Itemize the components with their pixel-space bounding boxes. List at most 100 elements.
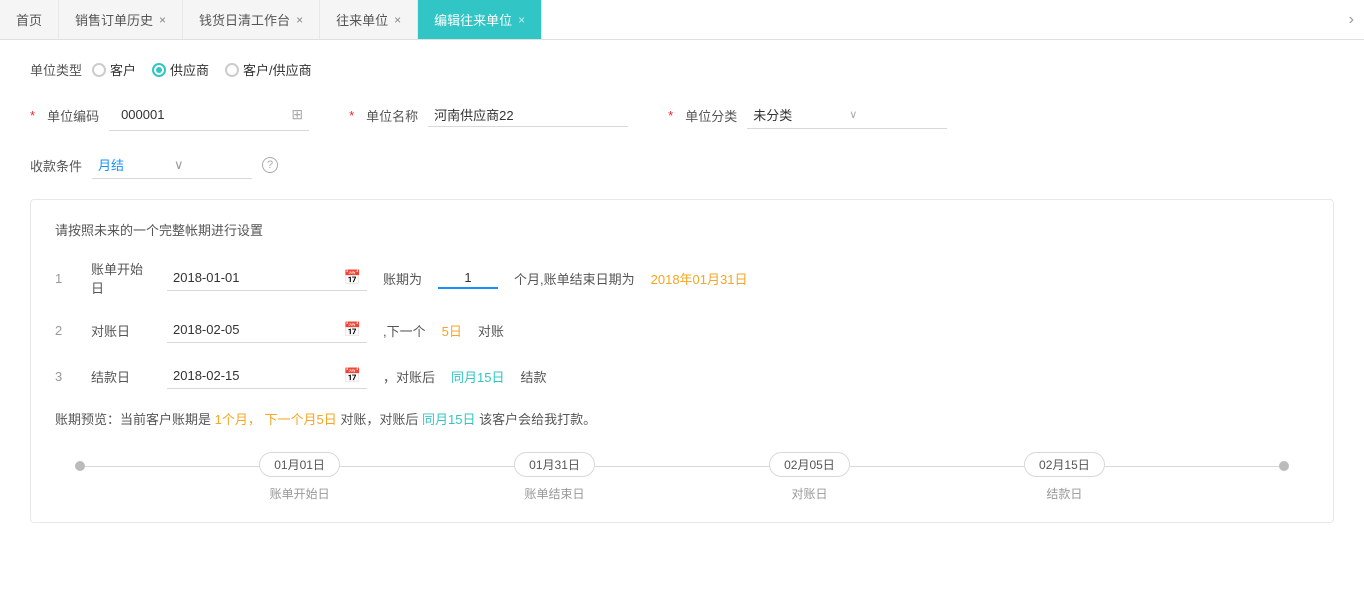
payment-terms-value: 月结 <box>98 155 170 174</box>
unit-category-star: * <box>668 108 673 123</box>
start-date-input-wrapper: 📅 <box>167 265 367 291</box>
tab-partner-unit[interactable]: 往来单位 × <box>320 0 418 39</box>
row-label-1: 账单开始日 <box>91 259 151 297</box>
row-num-1: 1 <box>55 271 75 286</box>
radio-customer[interactable]: 客户 <box>92 60 136 79</box>
timeline-label-0205: 02月05日 <box>769 452 850 477</box>
payment-terms-arrow: ∨ <box>174 157 246 173</box>
unit-code-input[interactable] <box>115 103 291 126</box>
row-label-2: 对账日 <box>91 321 151 340</box>
tab-cashier-workbench-close[interactable]: × <box>296 14 303 26</box>
radio-supplier-label: 供应商 <box>170 60 209 79</box>
start-date-calendar-icon[interactable]: 📅 <box>344 269 361 286</box>
payment-date-calendar-icon[interactable]: 📅 <box>344 367 361 384</box>
timeline-label-0101: 01月01日 <box>259 452 340 477</box>
row-label-3: 结款日 <box>91 367 151 386</box>
tab-home-label: 首页 <box>16 10 42 29</box>
preview-part4: 同月15日 <box>422 412 475 427</box>
preview-part3: 对账，对账后 <box>340 412 418 427</box>
unit-code-label: 单位编码 <box>47 106 99 125</box>
timeline-label-0215: 02月15日 <box>1024 452 1105 477</box>
period-label: 账期为 <box>383 269 422 288</box>
payment-terms-label: 收款条件 <box>30 156 82 175</box>
preview-part2: 下一个月5日 <box>265 412 337 427</box>
preview-label: 账期预览：当前客户账期是 <box>55 412 211 427</box>
unit-code-input-wrapper: ⊞ <box>109 99 309 131</box>
unit-name-label: 单位名称 <box>366 106 418 125</box>
tab-bar: 首页 销售订单历史 × 钱货日清工作台 × 往来单位 × 编辑往来单位 × › <box>0 0 1364 40</box>
reconcile-desc-suffix: 对账 <box>478 321 504 340</box>
tab-sales-order-history-close[interactable]: × <box>159 14 166 26</box>
timeline-desc-0101: 账单开始日 <box>270 485 330 502</box>
setting-row-3: 3 结款日 📅 ，对账后 同月15日 结款 <box>55 363 1309 389</box>
timeline-label-0131: 01月31日 <box>514 452 595 477</box>
radio-customer-label: 客户 <box>110 60 136 79</box>
timeline-end-dot <box>1279 452 1289 471</box>
radio-both[interactable]: 客户/供应商 <box>225 60 312 79</box>
unit-name-star: * <box>349 108 354 123</box>
end-dot <box>1279 461 1289 471</box>
reconcile-date-input-wrapper: 📅 <box>167 317 367 343</box>
row-num-3: 3 <box>55 369 75 384</box>
timeline-desc-0205: 对账日 <box>791 485 827 502</box>
preview-part5: 该客户会给我打款。 <box>479 412 596 427</box>
timeline-point-0101: 01月01日 账单开始日 <box>259 452 340 502</box>
radio-both-circle <box>225 63 239 77</box>
timeline-point-0131: 01月31日 账单结束日 <box>514 452 595 502</box>
period-unit: 个月,账单结束日期为 <box>514 269 635 288</box>
radio-customer-circle <box>92 63 106 77</box>
reconcile-date-calendar-icon[interactable]: 📅 <box>344 321 361 338</box>
payment-terms-select[interactable]: 月结 ∨ <box>92 151 252 179</box>
tab-partner-unit-close[interactable]: × <box>394 14 401 26</box>
radio-supplier[interactable]: 供应商 <box>152 60 209 79</box>
unit-code-copy-icon[interactable]: ⊞ <box>291 106 303 123</box>
unit-type-radio-group: 客户 供应商 客户/供应商 <box>92 60 312 79</box>
timeline-point-0205: 02月05日 对账日 <box>769 452 850 502</box>
unit-code-star: * <box>30 108 35 123</box>
tab-home[interactable]: 首页 <box>0 0 59 39</box>
payment-desc-prefix: ，对账后 <box>383 367 435 386</box>
payment-date-input-wrapper: 📅 <box>167 363 367 389</box>
reconcile-desc-prefix: ,下一个 <box>383 321 426 340</box>
tab-cashier-workbench[interactable]: 钱货日清工作台 × <box>183 0 320 39</box>
tab-edit-partner-label: 编辑往来单位 <box>434 10 512 29</box>
payment-desc-suffix: 结款 <box>520 367 546 386</box>
setting-row-1: 1 账单开始日 📅 账期为 个月,账单结束日期为 2018年01月31日 <box>55 259 1309 297</box>
radio-supplier-circle <box>152 63 166 77</box>
tab-edit-partner-close[interactable]: × <box>518 14 525 26</box>
timeline-desc-0215: 结款日 <box>1046 485 1082 502</box>
tab-edit-partner[interactable]: 编辑往来单位 × <box>418 0 542 39</box>
timeline-points: 01月01日 账单开始日 01月31日 账单结束日 02月05日 对账日 02月… <box>75 452 1289 502</box>
setting-row-2: 2 对账日 📅 ,下一个 5日 对账 <box>55 317 1309 343</box>
tab-scroll-right[interactable]: › <box>1339 0 1364 39</box>
unit-name-input[interactable] <box>428 103 628 127</box>
unit-info-row: * 单位编码 ⊞ * 单位名称 * 单位分类 未分类 ∨ <box>30 99 1334 131</box>
tab-cashier-workbench-label: 钱货日清工作台 <box>199 10 290 29</box>
radio-both-label: 客户/供应商 <box>243 60 312 79</box>
unit-category-label: 单位分类 <box>685 106 737 125</box>
row-num-2: 2 <box>55 323 75 338</box>
period-value-input[interactable] <box>438 268 498 289</box>
timeline-start-dot <box>75 452 85 471</box>
unit-category-select[interactable]: 未分类 ∨ <box>747 101 947 129</box>
unit-category-arrow: ∨ <box>849 108 941 121</box>
payment-terms-row: 收款条件 月结 ∨ ? <box>30 151 1334 179</box>
timeline-wrapper: 01月01日 账单开始日 01月31日 账单结束日 02月05日 对账日 02月… <box>55 452 1309 502</box>
reconcile-date-input[interactable] <box>173 322 344 337</box>
start-date-input[interactable] <box>173 270 344 285</box>
start-dot <box>75 461 85 471</box>
preview-part1: 1个月， <box>215 412 261 427</box>
tab-sales-order-history[interactable]: 销售订单历史 × <box>59 0 183 39</box>
payment-highlight: 同月15日 <box>451 367 504 386</box>
unit-type-row: 单位类型 客户 供应商 客户/供应商 <box>30 60 1334 79</box>
period-end-date: 2018年01月31日 <box>651 269 748 288</box>
page-content: 单位类型 客户 供应商 客户/供应商 * 单位编码 ⊞ * 单位名称 * <box>0 40 1364 608</box>
preview-row: 账期预览：当前客户账期是 1个月， 下一个月5日 对账，对账后 同月15日 该客… <box>55 409 1309 428</box>
payment-date-input[interactable] <box>173 368 344 383</box>
unit-type-label: 单位类型 <box>30 60 82 79</box>
tab-partner-unit-label: 往来单位 <box>336 10 388 29</box>
timeline-point-0215: 02月15日 结款日 <box>1024 452 1105 502</box>
payment-terms-help-icon[interactable]: ? <box>262 157 278 173</box>
unit-category-value: 未分类 <box>753 105 845 124</box>
tab-sales-order-history-label: 销售订单历史 <box>75 10 153 29</box>
